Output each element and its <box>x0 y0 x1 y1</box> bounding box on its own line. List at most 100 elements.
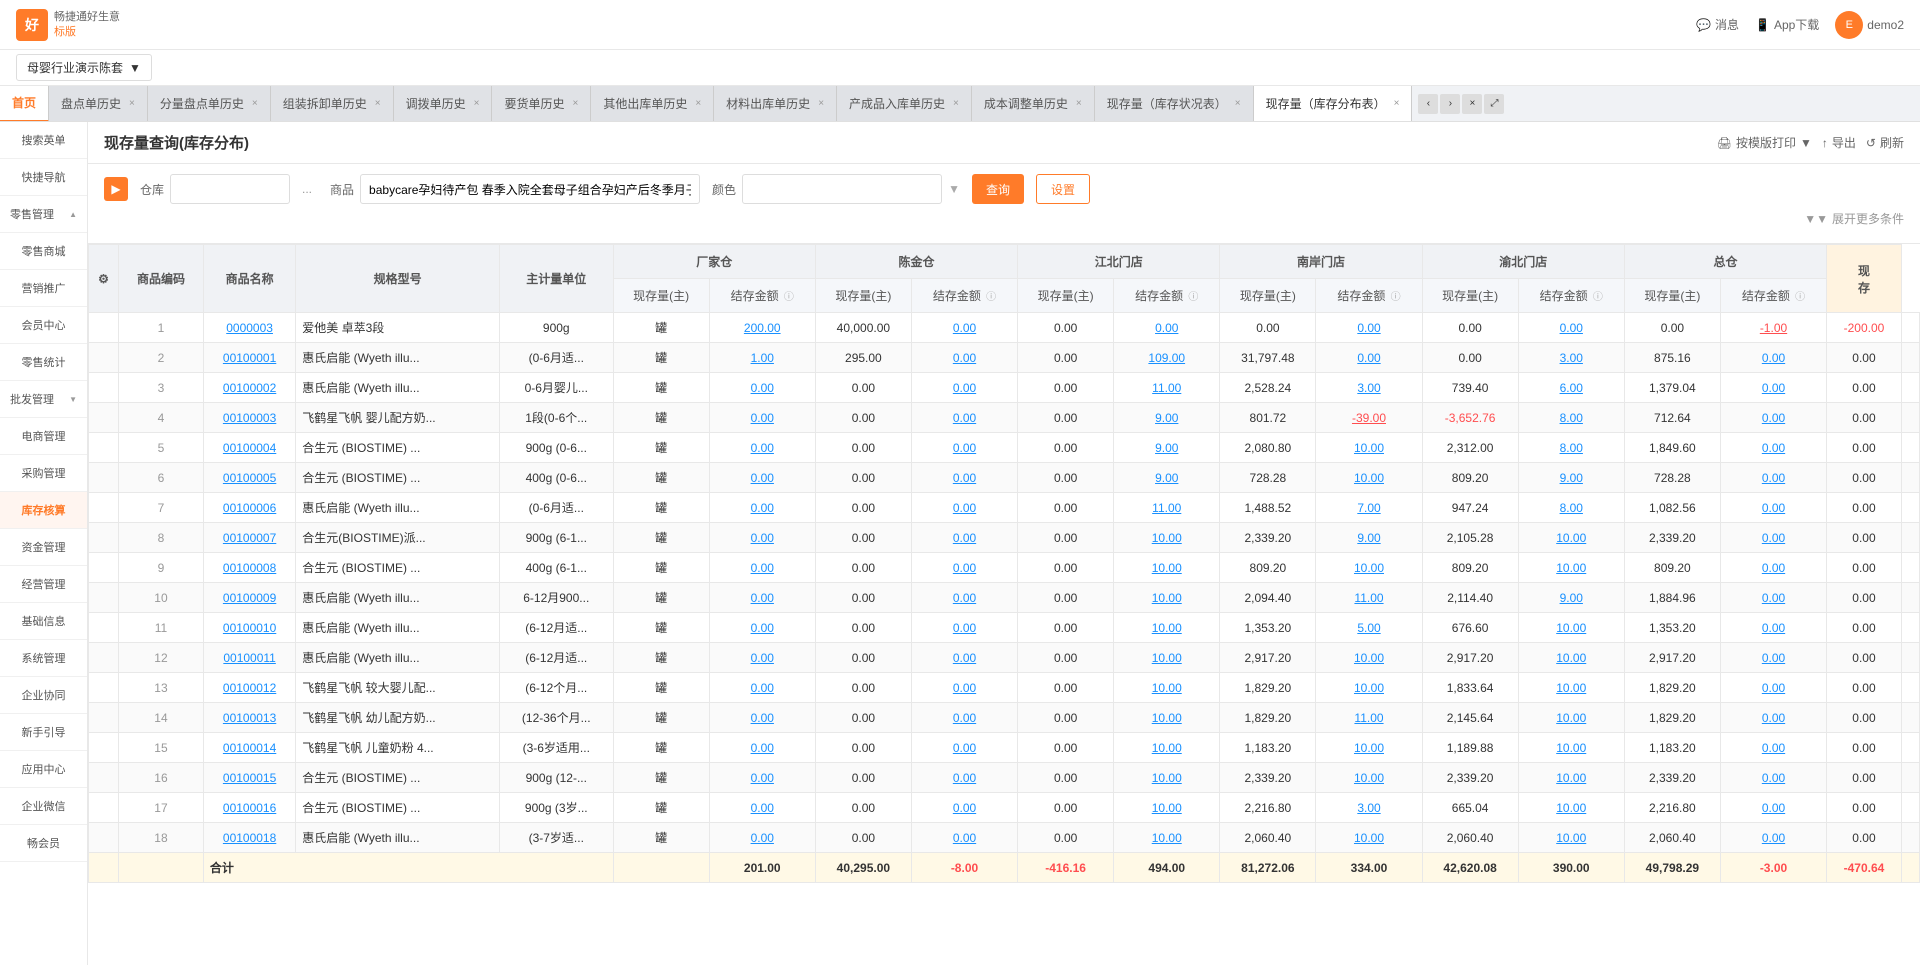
td-na-stock[interactable]: 11.00 <box>1316 703 1422 733</box>
sidebar-item-quicknav[interactable]: 快捷导航 <box>0 159 87 196</box>
td-fw-stock[interactable]: 0.00 <box>709 823 815 853</box>
td-total-stock[interactable]: 0.00 <box>1720 763 1826 793</box>
td-yb-stock[interactable]: 0.00 <box>1518 313 1624 343</box>
td-goods-code[interactable]: 00100010 <box>203 613 295 643</box>
td-total-stock[interactable]: 0.00 <box>1720 493 1826 523</box>
td-jb-stock[interactable]: 9.00 <box>1114 463 1220 493</box>
td-yb-stock[interactable]: 10.00 <box>1518 763 1624 793</box>
td-na-stock[interactable]: 7.00 <box>1316 493 1422 523</box>
td-jb-stock[interactable]: 10.00 <box>1114 643 1220 673</box>
td-cj-stock[interactable]: 0.00 <box>911 613 1017 643</box>
td-goods-code[interactable]: 00100004 <box>203 433 295 463</box>
td-cj-stock[interactable]: 0.00 <box>911 763 1017 793</box>
td-goods-code[interactable]: 00100016 <box>203 793 295 823</box>
sidebar-item-ecommerce[interactable]: 电商管理 <box>0 418 87 455</box>
td-na-stock[interactable]: 0.00 <box>1316 313 1422 343</box>
app-download-button[interactable]: 📱 App下载 <box>1755 16 1819 33</box>
td-cj-stock[interactable]: 0.00 <box>911 823 1017 853</box>
na-amount-info-icon[interactable]: ⓘ <box>1391 292 1401 303</box>
td-jb-stock[interactable]: 0.00 <box>1114 313 1220 343</box>
close-tab-assemblydisassembly[interactable]: × <box>375 98 381 109</box>
sidebar-item-basicinfo[interactable]: 基础信息 <box>0 603 87 640</box>
td-fw-stock[interactable]: 0.00 <box>709 673 815 703</box>
td-cj-stock[interactable]: 0.00 <box>911 703 1017 733</box>
td-yb-stock[interactable]: 8.00 <box>1518 493 1624 523</box>
td-cj-stock[interactable]: 0.00 <box>911 493 1017 523</box>
td-cj-stock[interactable]: 0.00 <box>911 373 1017 403</box>
td-jb-stock[interactable]: 10.00 <box>1114 583 1220 613</box>
td-jb-stock[interactable]: 9.00 <box>1114 433 1220 463</box>
td-na-stock[interactable]: 11.00 <box>1316 583 1422 613</box>
sidebar-item-operations[interactable]: 经营管理 <box>0 566 87 603</box>
td-fw-stock[interactable]: 0.00 <box>709 643 815 673</box>
td-goods-code[interactable]: 00100008 <box>203 553 295 583</box>
tab-home[interactable]: 首页 <box>0 86 49 122</box>
sidebar-item-appcenter[interactable]: 应用中心 <box>0 751 87 788</box>
collapse-search-button[interactable]: ▶ <box>104 177 128 201</box>
tab-next-button[interactable]: › <box>1440 94 1460 114</box>
tab-finishedin[interactable]: 产成品入库单历史 × <box>837 86 972 122</box>
sidebar-item-marketing[interactable]: 营销推广 <box>0 270 87 307</box>
yb-amount-info-icon[interactable]: ⓘ <box>1593 292 1603 303</box>
td-fw-stock[interactable]: 0.00 <box>709 523 815 553</box>
tab-stockstatus[interactable]: 现存量（库存状况表） × <box>1095 86 1254 122</box>
td-yb-stock[interactable]: 10.00 <box>1518 523 1624 553</box>
goods-input[interactable] <box>360 174 700 204</box>
tab-materialout[interactable]: 材料出库单历史 × <box>714 86 837 122</box>
close-tab-otherout[interactable]: × <box>695 98 701 109</box>
td-yb-stock[interactable]: 10.00 <box>1518 823 1624 853</box>
jb-amount-info-icon[interactable]: ⓘ <box>1188 292 1198 303</box>
td-goods-code[interactable]: 00100015 <box>203 763 295 793</box>
td-cj-stock[interactable]: 0.00 <box>911 733 1017 763</box>
td-cj-stock[interactable]: 0.00 <box>911 313 1017 343</box>
td-goods-code[interactable]: 00100011 <box>203 643 295 673</box>
td-jb-stock[interactable]: 9.00 <box>1114 403 1220 433</box>
td-total-stock[interactable]: 0.00 <box>1720 643 1826 673</box>
td-total-stock[interactable]: 0.00 <box>1720 733 1826 763</box>
td-fw-stock[interactable]: 0.00 <box>709 733 815 763</box>
tab-adjustment[interactable]: 调拨单历史 × <box>394 86 493 122</box>
close-tab-costadjust[interactable]: × <box>1076 98 1082 109</box>
td-goods-code[interactable]: 00100014 <box>203 733 295 763</box>
td-goods-code[interactable]: 00100002 <box>203 373 295 403</box>
td-fw-stock[interactable]: 200.00 <box>709 313 815 343</box>
td-na-stock[interactable]: 3.00 <box>1316 373 1422 403</box>
td-cj-stock[interactable]: 0.00 <box>911 673 1017 703</box>
user-profile[interactable]: E demo2 <box>1835 11 1904 39</box>
sidebar-item-wholesale[interactable]: 批发管理 ▼ <box>0 381 87 418</box>
sidebar-item-inventory[interactable]: 库存核算 <box>0 492 87 529</box>
tab-assemblydisassembly[interactable]: 组装拆卸单历史 × <box>271 86 394 122</box>
td-total-stock[interactable]: 0.00 <box>1720 793 1826 823</box>
sidebar-item-retailshop[interactable]: 零售商城 <box>0 233 87 270</box>
td-total-stock[interactable]: 0.00 <box>1720 523 1826 553</box>
td-yb-stock[interactable]: 10.00 <box>1518 733 1624 763</box>
td-jb-stock[interactable]: 10.00 <box>1114 523 1220 553</box>
td-fw-stock[interactable]: 0.00 <box>709 553 815 583</box>
td-total-stock[interactable]: 0.00 <box>1720 553 1826 583</box>
td-cj-stock[interactable]: 0.00 <box>911 793 1017 823</box>
td-na-stock[interactable]: 10.00 <box>1316 673 1422 703</box>
td-goods-code[interactable]: 00100006 <box>203 493 295 523</box>
td-jb-stock[interactable]: 10.00 <box>1114 553 1220 583</box>
td-total-stock[interactable]: 0.00 <box>1720 373 1826 403</box>
td-yb-stock[interactable]: 10.00 <box>1518 673 1624 703</box>
td-na-stock[interactable]: 3.00 <box>1316 793 1422 823</box>
td-na-stock[interactable]: 10.00 <box>1316 433 1422 463</box>
td-fw-stock[interactable]: 0.00 <box>709 433 815 463</box>
td-fw-stock[interactable]: 0.00 <box>709 703 815 733</box>
td-yb-stock[interactable]: 9.00 <box>1518 583 1624 613</box>
sidebar-item-vipuser[interactable]: 畅会员 <box>0 825 87 862</box>
td-cj-stock[interactable]: 0.00 <box>911 463 1017 493</box>
sidebar-item-search[interactable]: 搜索英单 <box>0 122 87 159</box>
td-jb-stock[interactable]: 11.00 <box>1114 373 1220 403</box>
td-cj-stock[interactable]: 0.00 <box>911 523 1017 553</box>
th-settings[interactable]: ⚙ <box>89 245 119 313</box>
close-tab-finishedin[interactable]: × <box>953 98 959 109</box>
td-fw-stock[interactable]: 1.00 <box>709 343 815 373</box>
td-jb-stock[interactable]: 10.00 <box>1114 733 1220 763</box>
td-na-stock[interactable]: 10.00 <box>1316 643 1422 673</box>
td-goods-code[interactable]: 00100018 <box>203 823 295 853</box>
td-goods-code[interactable]: 00100012 <box>203 673 295 703</box>
td-total-stock[interactable]: 0.00 <box>1720 403 1826 433</box>
td-na-stock[interactable]: 10.00 <box>1316 733 1422 763</box>
